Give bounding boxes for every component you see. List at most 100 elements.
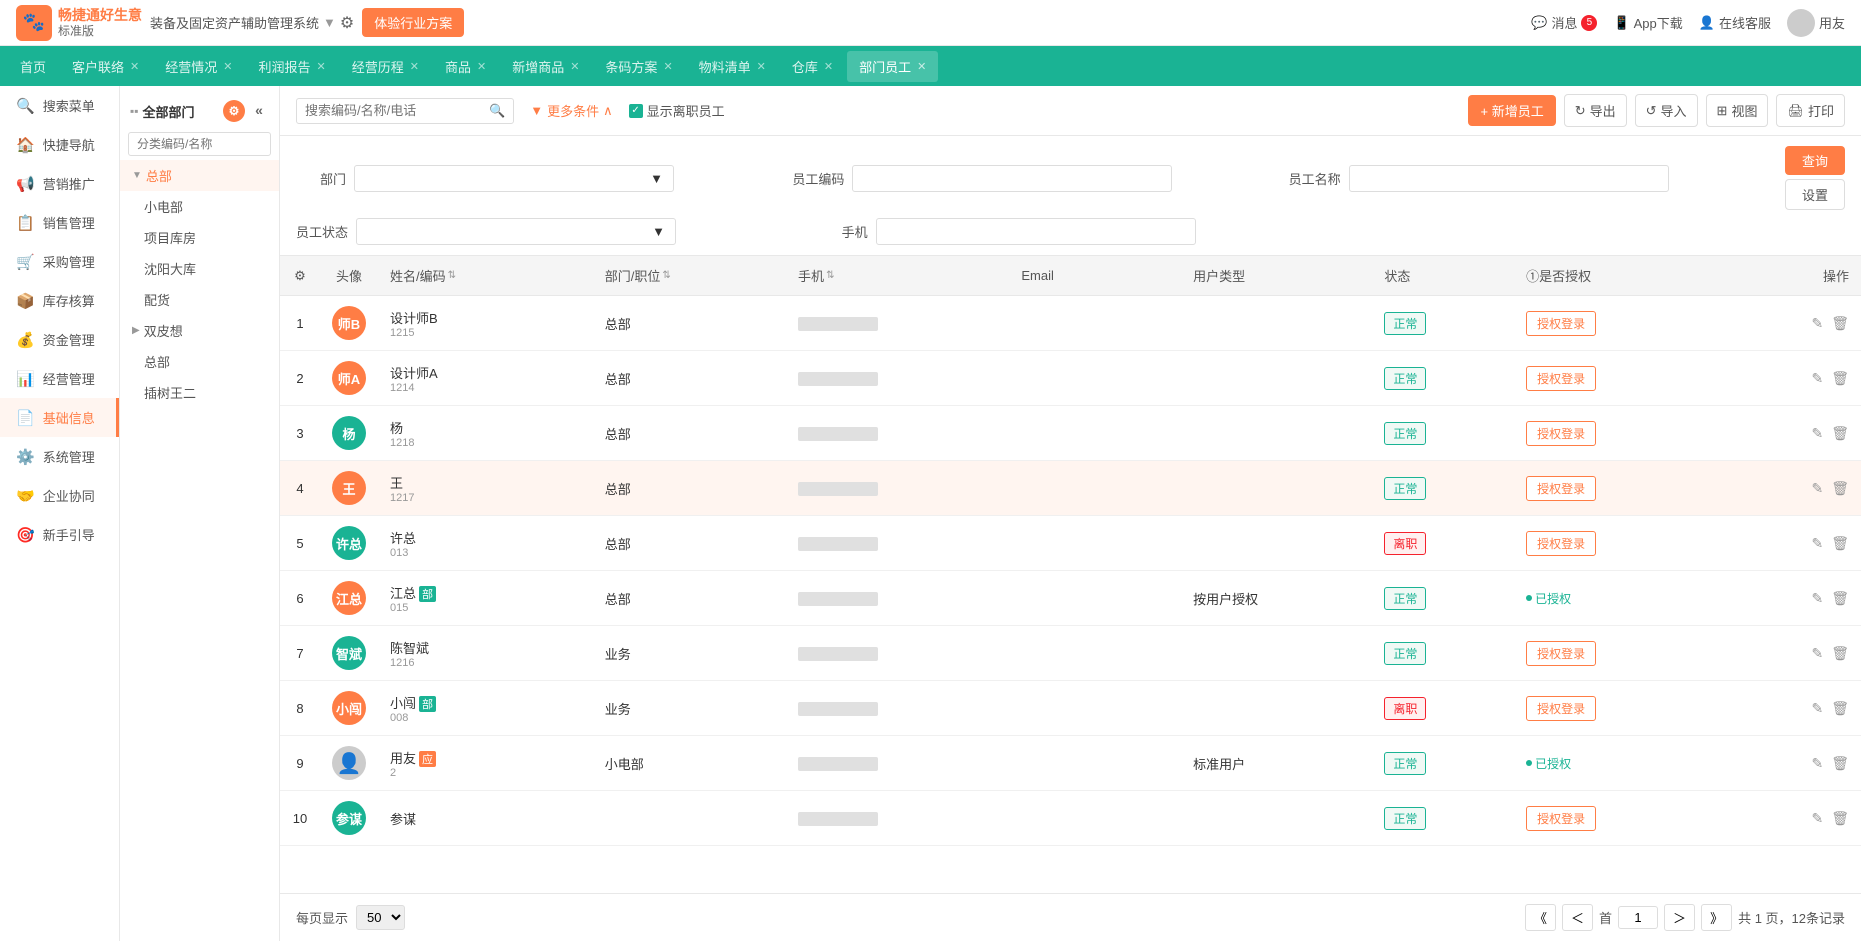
sidebar-item-nav[interactable]: 🏠 快捷导航 xyxy=(0,125,119,164)
export-btn[interactable]: ↻ 导出 xyxy=(1564,94,1627,127)
show-resigned-toggle[interactable]: ✓ 显示离职员工 xyxy=(629,101,725,120)
close-icon[interactable]: ✕ xyxy=(824,60,833,73)
delete-btn[interactable]: 🗑 xyxy=(1831,480,1849,497)
app-download-btn[interactable]: 📱 App下载 xyxy=(1613,13,1682,32)
filter-emp-code-input[interactable] xyxy=(852,165,1172,192)
tree-item-headquarters2[interactable]: 总部 xyxy=(120,346,279,377)
close-icon[interactable]: ✕ xyxy=(757,60,766,73)
more-filter-btn[interactable]: ▼ 更多条件 ∧ xyxy=(522,97,620,124)
online-service-btn[interactable]: 👤 在线客服 xyxy=(1699,13,1771,32)
tab-profit[interactable]: 利润报告 ✕ xyxy=(246,51,337,82)
sidebar-item-finance[interactable]: 💰 资金管理 xyxy=(0,320,119,359)
search-btn[interactable]: 查询 xyxy=(1785,146,1845,175)
message-btn[interactable]: 💬 消息 5 xyxy=(1531,13,1597,32)
tree-item-shenyang[interactable]: 沈阳大库 xyxy=(120,253,279,284)
delete-btn[interactable]: 🗑 xyxy=(1831,700,1849,717)
delete-btn[interactable]: 🗑 xyxy=(1831,590,1849,607)
edit-btn[interactable]: ✎ xyxy=(1811,755,1823,772)
tab-warehouse[interactable]: 仓库 ✕ xyxy=(780,51,845,82)
close-icon[interactable]: ✕ xyxy=(663,60,672,73)
last-page-btn[interactable]: 》 xyxy=(1701,904,1732,931)
edit-btn[interactable]: ✎ xyxy=(1811,590,1823,607)
auth-btn[interactable]: 授权登录 xyxy=(1526,696,1596,721)
th-dept[interactable]: 部门/职位 ⇅ xyxy=(593,256,786,296)
sidebar-item-marketing[interactable]: 📢 营销推广 xyxy=(0,164,119,203)
tab-barcode[interactable]: 条码方案 ✕ xyxy=(593,51,684,82)
settings-icon[interactable]: ⚙ xyxy=(340,13,354,33)
auth-btn[interactable]: 授权登录 xyxy=(1526,476,1596,501)
sidebar-item-guide[interactable]: 🎯 新手引导 xyxy=(0,515,119,554)
edit-btn[interactable]: ✎ xyxy=(1811,315,1823,332)
tab-add-goods[interactable]: 新增商品 ✕ xyxy=(500,51,591,82)
auth-btn[interactable]: 授权登录 xyxy=(1526,806,1596,831)
print-btn[interactable]: 🖨 打印 xyxy=(1776,94,1845,127)
edit-btn[interactable]: ✎ xyxy=(1811,425,1823,442)
delete-btn[interactable]: 🗑 xyxy=(1831,645,1849,662)
tree-item-placeholder[interactable]: 插树王二 xyxy=(120,377,279,408)
delete-btn[interactable]: 🗑 xyxy=(1831,370,1849,387)
edit-btn[interactable]: ✎ xyxy=(1811,810,1823,827)
th-name[interactable]: 姓名/编码 ⇅ xyxy=(378,256,593,296)
tab-bom[interactable]: 物料清单 ✕ xyxy=(687,51,778,82)
tab-history[interactable]: 经营历程 ✕ xyxy=(340,51,431,82)
tab-operation[interactable]: 经营情况 ✕ xyxy=(153,51,244,82)
sidebar-item-sales[interactable]: 📋 销售管理 xyxy=(0,203,119,242)
per-page-select[interactable]: 50 xyxy=(356,905,405,930)
edit-btn[interactable]: ✎ xyxy=(1811,645,1823,662)
page-input[interactable] xyxy=(1618,906,1658,929)
dept-settings-icon[interactable]: ⚙ xyxy=(223,100,245,122)
delete-btn[interactable]: 🗑 xyxy=(1831,755,1849,772)
close-icon[interactable]: ✕ xyxy=(570,60,579,73)
close-icon[interactable]: ✕ xyxy=(917,60,926,73)
close-icon[interactable]: ✕ xyxy=(130,60,139,73)
filter-emp-name-input[interactable] xyxy=(1349,165,1669,192)
th-phone[interactable]: 手机 ⇅ xyxy=(786,256,1009,296)
filter-phone-input[interactable] xyxy=(876,218,1196,245)
system-title-arrow[interactable]: ▼ xyxy=(323,15,336,30)
sidebar-item-business[interactable]: 📊 经营管理 xyxy=(0,359,119,398)
sidebar-item-basic-info[interactable]: 📄 基础信息 xyxy=(0,398,119,437)
prev-page-btn[interactable]: ＜ xyxy=(1562,904,1593,931)
tab-goods[interactable]: 商品 ✕ xyxy=(433,51,498,82)
sidebar-item-purchase[interactable]: 🛒 采购管理 xyxy=(0,242,119,281)
tab-home[interactable]: 首页 xyxy=(8,51,58,82)
th-settings[interactable]: ⚙ xyxy=(280,256,320,296)
delete-btn[interactable]: 🗑 xyxy=(1831,315,1849,332)
auth-btn[interactable]: 授权登录 xyxy=(1526,421,1596,446)
auth-btn[interactable]: 授权登录 xyxy=(1526,311,1596,336)
search-input[interactable] xyxy=(305,103,485,118)
tree-item-double[interactable]: ▶ 双皮想 xyxy=(120,315,279,346)
setting-btn[interactable]: 设置 xyxy=(1785,179,1845,210)
delete-btn[interactable]: 🗑 xyxy=(1831,535,1849,552)
dept-search-input[interactable] xyxy=(128,132,271,156)
search-submit-icon[interactable]: 🔍 xyxy=(489,103,505,119)
user-area[interactable]: 用友 xyxy=(1787,9,1845,37)
edit-btn[interactable]: ✎ xyxy=(1811,700,1823,717)
delete-btn[interactable]: 🗑 xyxy=(1831,810,1849,827)
delete-btn[interactable]: 🗑 xyxy=(1831,425,1849,442)
close-icon[interactable]: ✕ xyxy=(317,60,326,73)
auth-btn[interactable]: 授权登录 xyxy=(1526,641,1596,666)
import-btn[interactable]: ↺ 导入 xyxy=(1635,94,1698,127)
tab-customer[interactable]: 客户联络 ✕ xyxy=(60,51,151,82)
edit-btn[interactable]: ✎ xyxy=(1811,370,1823,387)
next-page-btn[interactable]: ＞ xyxy=(1664,904,1695,931)
tree-item-project-warehouse[interactable]: 项目库房 xyxy=(120,222,279,253)
filter-status-select[interactable]: ▼ xyxy=(356,218,676,245)
close-icon[interactable]: ✕ xyxy=(410,60,419,73)
sidebar-item-search[interactable]: 🔍 搜索菜单 xyxy=(0,86,119,125)
filter-dept-select[interactable]: ▼ xyxy=(354,165,674,192)
dept-collapse-btn[interactable]: « xyxy=(249,100,269,120)
edit-btn[interactable]: ✎ xyxy=(1811,480,1823,497)
close-icon[interactable]: ✕ xyxy=(477,60,486,73)
view-btn[interactable]: ⊞ 视图 xyxy=(1706,94,1769,127)
tree-item-distribution[interactable]: 配货 xyxy=(120,284,279,315)
add-employee-btn[interactable]: + 新增员工 xyxy=(1468,95,1555,126)
trial-btn[interactable]: 体验行业方案 xyxy=(362,8,464,37)
tree-item-small-electronics[interactable]: 小电部 xyxy=(120,191,279,222)
sidebar-item-system[interactable]: ⚙️ 系统管理 xyxy=(0,437,119,476)
tab-employees[interactable]: 部门员工 ✕ xyxy=(847,51,938,82)
sidebar-item-inventory[interactable]: 📦 库存核算 xyxy=(0,281,119,320)
edit-btn[interactable]: ✎ xyxy=(1811,535,1823,552)
tree-item-general-headquarters[interactable]: ▼ 总部 xyxy=(120,160,279,191)
